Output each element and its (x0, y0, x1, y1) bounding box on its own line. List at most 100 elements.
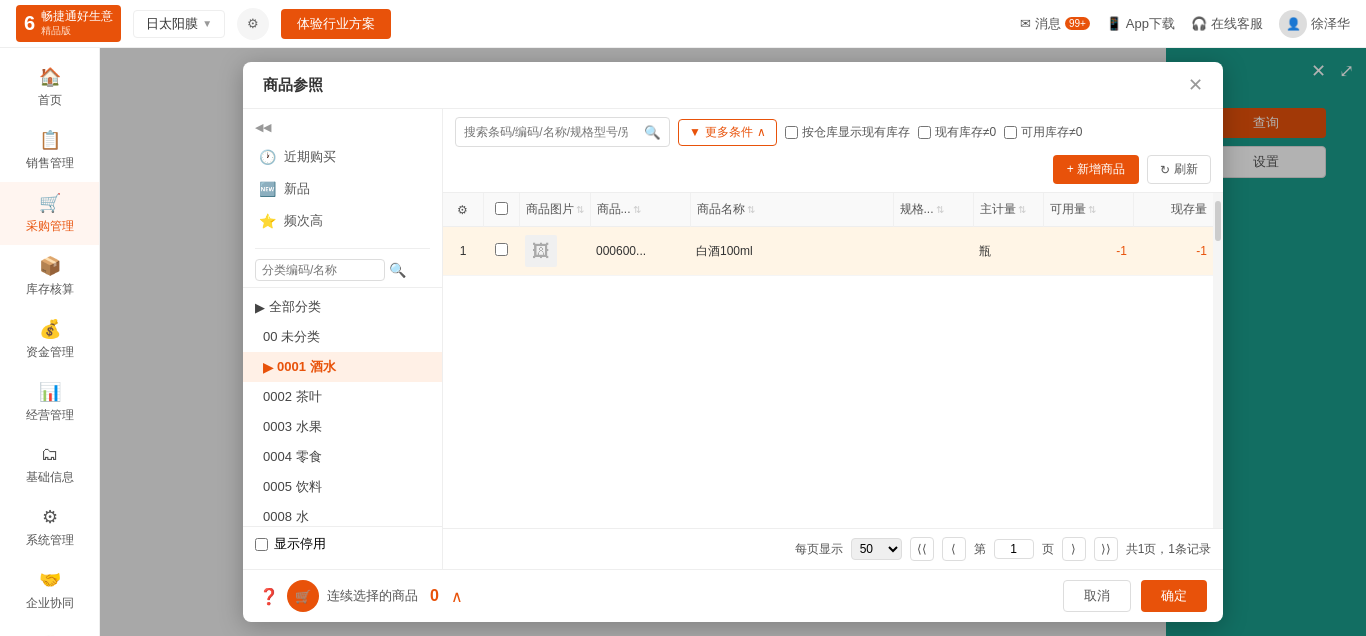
show-disabled-checkbox[interactable] (255, 538, 268, 551)
nav-dropdown[interactable]: 日太阳膜 ▼ (133, 10, 225, 38)
modal-footer-left: ❓ 🛒 连续选择的商品 0 ∧ (259, 580, 463, 612)
chevron-down-icon: ▼ (202, 18, 212, 29)
category-item-all[interactable]: ▶ 全部分类 (243, 292, 442, 322)
filter-button[interactable]: ▼ 更多条件 ∧ (678, 119, 777, 146)
select-all-checkbox[interactable] (495, 202, 508, 215)
confirm-button[interactable]: 确定 (1141, 580, 1207, 612)
sidebar-item-basic-info[interactable]: 🗂 基础信息 (0, 434, 99, 496)
toolbar-right: + 新增商品 ↻ 刷新 (1053, 155, 1211, 184)
category-item-liquor[interactable]: ▶ 0001 酒水 (243, 352, 442, 382)
customer-service-button[interactable]: 🎧 在线客服 (1191, 15, 1263, 33)
category-item-snack[interactable]: 0004 零食 (243, 442, 442, 472)
sort-name-icon: ⇅ (747, 204, 755, 215)
purchase-icon: 🛒 (39, 192, 61, 214)
collapse-left-icon[interactable]: ◀◀ (255, 121, 271, 134)
sidebar-item-sales[interactable]: 📋 销售管理 (0, 119, 99, 182)
sidebar-item-purchase[interactable]: 🛒 采购管理 (0, 182, 99, 245)
page-size-label: 每页显示 (795, 541, 843, 558)
category-search-icon[interactable]: 🔍 (389, 262, 406, 278)
messages-button[interactable]: ✉ 消息 99+ (1020, 15, 1090, 33)
app-download-button[interactable]: 📱 App下载 (1106, 15, 1175, 33)
row-checkbox[interactable] (495, 243, 508, 256)
th-name-sort[interactable]: 商品名称 ⇅ (697, 201, 887, 218)
frequent-icon: ⭐ (259, 213, 276, 229)
refresh-icon: ↻ (1160, 163, 1170, 177)
checkbox-usable-not-zero: 可用库存≠0 (1004, 124, 1082, 141)
last-page-button[interactable]: ⟩⟩ (1094, 537, 1118, 561)
table-header: ⚙ 商品图片 (443, 193, 1213, 227)
refresh-button[interactable]: ↻ 刷新 (1147, 155, 1211, 184)
finance-icon: 💰 (39, 318, 61, 340)
category-label-water: 0008 水 (263, 508, 309, 526)
category-label-beverage: 0005 饮料 (263, 478, 322, 496)
sort-code-icon: ⇅ (633, 204, 641, 215)
category-label-unclassified: 00 未分类 (263, 328, 320, 346)
prev-page-button[interactable]: ⟨ (942, 537, 966, 561)
first-page-button[interactable]: ⟨⟨ (910, 537, 934, 561)
category-item-unclassified[interactable]: 00 未分类 (243, 322, 442, 352)
sidebar-item-system[interactable]: ⚙ 系统管理 (0, 496, 99, 559)
next-page-button[interactable]: ⟩ (1062, 537, 1086, 561)
checkbox-by-warehouse-input[interactable] (785, 126, 798, 139)
inventory-icon: 📦 (39, 255, 61, 277)
category-item-water[interactable]: 0008 水 (243, 502, 442, 526)
checkbox-available-not-zero: 现有库存≠0 (918, 124, 996, 141)
th-code-sort[interactable]: 商品... ⇅ (597, 201, 684, 218)
experience-button[interactable]: 体验行业方案 (281, 9, 391, 39)
th-image-sort[interactable]: 商品图片 ⇅ (526, 201, 584, 218)
help-icon[interactable]: ❓ (259, 587, 279, 606)
show-disabled-label: 显示停用 (274, 535, 326, 553)
search-input[interactable] (456, 125, 636, 139)
refresh-label: 刷新 (1174, 161, 1198, 178)
enterprise-icon: 🤝 (39, 569, 61, 591)
modal-close-button[interactable]: ✕ (1188, 74, 1203, 96)
logo-sub: 精品版 (41, 24, 113, 38)
th-name: 商品名称 ⇅ (690, 193, 893, 227)
checkbox-usable-not-zero-label: 可用库存≠0 (1021, 124, 1082, 141)
sidebar-item-enterprise[interactable]: 🤝 企业协同 (0, 559, 99, 622)
table-scroll-wrapper: ⚙ 商品图片 (443, 193, 1223, 528)
quick-btn-frequent[interactable]: ⭐ 频次高 (251, 206, 434, 236)
sidebar: 🏠 首页 📋 销售管理 🛒 采购管理 📦 库存核算 💰 资金管理 📊 经营管理 … (0, 48, 100, 636)
search-button[interactable]: 🔍 (636, 125, 669, 140)
category-item-fruit[interactable]: 0003 水果 (243, 412, 442, 442)
gear-icon[interactable]: ⚙ (457, 203, 468, 217)
sidebar-item-operations[interactable]: 📊 经营管理 (0, 371, 99, 434)
home-icon: 🏠 (39, 66, 61, 88)
category-item-beverage[interactable]: 0005 饮料 (243, 472, 442, 502)
checkbox-available-not-zero-input[interactable] (918, 126, 931, 139)
sidebar-item-finance[interactable]: 💰 资金管理 (0, 308, 99, 371)
page-input[interactable]: 1 (994, 539, 1034, 559)
cancel-button[interactable]: 取消 (1063, 580, 1131, 612)
user-menu[interactable]: 👤 徐泽华 (1279, 10, 1350, 38)
scrollbar-thumb (1215, 201, 1221, 241)
checkbox-usable-not-zero-input[interactable] (1004, 126, 1017, 139)
table-row[interactable]: 1 🖼 (443, 227, 1213, 276)
page-size-select[interactable]: 50 10 20 100 (851, 538, 902, 560)
th-gear: ⚙ (443, 193, 483, 227)
sidebar-item-home[interactable]: 🏠 首页 (0, 56, 99, 119)
quick-btn-new[interactable]: 🆕 新品 (251, 174, 434, 204)
th-check (483, 193, 519, 227)
quick-btn-recent[interactable]: 🕐 近期购买 (251, 142, 434, 172)
table-header-row: ⚙ 商品图片 (443, 193, 1213, 227)
collapse-cart-icon[interactable]: ∧ (451, 587, 463, 606)
th-spec-sort[interactable]: 规格... ⇅ (900, 201, 967, 218)
basic-info-icon: 🗂 (41, 444, 59, 465)
add-product-button[interactable]: + 新增商品 (1053, 155, 1139, 184)
gear-button[interactable]: ⚙ (237, 8, 269, 40)
table-scrollbar[interactable] (1213, 193, 1223, 528)
cart-button[interactable]: 🛒 (287, 580, 319, 612)
layout: 🏠 首页 📋 销售管理 🛒 采购管理 📦 库存核算 💰 资金管理 📊 经营管理 … (0, 48, 1366, 636)
logo-icon: 6 (24, 12, 35, 35)
sidebar-label-basic-info: 基础信息 (26, 469, 74, 486)
category-item-tea[interactable]: 0002 茶叶 (243, 382, 442, 412)
th-available-sort[interactable]: 可用量 ⇅ (1050, 201, 1127, 218)
image-placeholder-icon: 🖼 (532, 241, 550, 262)
category-search-input[interactable] (255, 259, 385, 281)
th-unit-sort[interactable]: 主计量 ⇅ (980, 201, 1037, 218)
modal-body: ◀◀ 🕐 近期购买 🆕 新品 ⭐ (243, 109, 1223, 569)
sidebar-label-finance: 资金管理 (26, 344, 74, 361)
sidebar-item-inventory[interactable]: 📦 库存核算 (0, 245, 99, 308)
sidebar-item-guide[interactable]: 📖 新手引导 (0, 622, 99, 636)
